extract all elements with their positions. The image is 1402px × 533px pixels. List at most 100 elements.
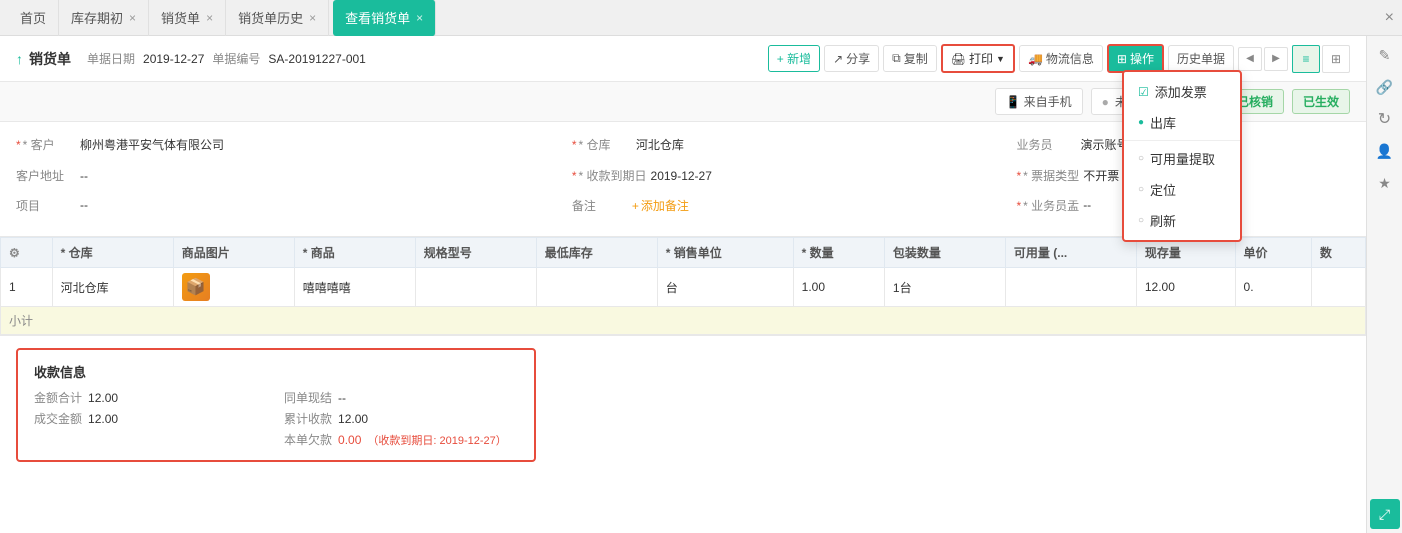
products-table: ⚙ * 仓库 商品图片 * 商品 规格型号 最低库存 * 销售单位 * 数量 包… <box>0 237 1366 335</box>
checkbox-icon: ☑ <box>1138 85 1149 99</box>
customer-field: * 客户 柳州粤港平安气体有限公司 <box>16 134 572 155</box>
add-note-button[interactable]: 添加备注 <box>632 197 689 214</box>
col-warehouse: * 仓库 <box>52 238 173 268</box>
due-date-field: * 收款到期日 2019-12-27 <box>572 167 1017 185</box>
print-button[interactable]: 🖨 打印 ▼ <box>941 44 1015 73</box>
grid-view-button[interactable]: ⊞ <box>1322 45 1350 73</box>
outbound-item[interactable]: ● 出库 <box>1124 107 1240 138</box>
row-quantity: 1.00 <box>793 268 884 307</box>
current-arrears-row: 本单欠款 0.00 （收款到期日: 2019-12-27） <box>284 431 518 448</box>
address-field: 客户地址 -- <box>16 167 572 185</box>
col-available: 可用量 (... <box>1005 238 1136 268</box>
next-button[interactable]: ▶ <box>1264 47 1288 71</box>
edit-icon[interactable]: ✎ <box>1370 40 1400 70</box>
same-order-settlement-row: 同单现结 -- <box>284 389 518 406</box>
tab-view-sales[interactable]: 查看销货单 × <box>333 0 436 36</box>
dropdown-divider <box>1124 140 1240 141</box>
effective-badge: 已生效 <box>1292 89 1350 114</box>
window-close-button[interactable]: × <box>1385 9 1394 27</box>
row-unit-price: 0. <box>1235 268 1311 307</box>
payment-info-section: 收款信息 金额合计 12.00 同单现结 -- 成交金额 12.00 <box>16 348 536 462</box>
project-value: -- <box>76 196 92 214</box>
same-order-settlement-label: 同单现结 <box>284 389 332 406</box>
row-image: 📦 <box>173 268 294 307</box>
row-num: 1 <box>1 268 53 307</box>
table-container: ⚙ * 仓库 商品图片 * 商品 规格型号 最低库存 * 销售单位 * 数量 包… <box>0 237 1366 336</box>
add-invoice-item[interactable]: ☑ 添加发票 <box>1124 76 1240 107</box>
refresh-sidebar-icon[interactable]: ↻ <box>1370 104 1400 134</box>
star-icon[interactable]: ★ <box>1370 168 1400 198</box>
customer-label: * 客户 <box>16 136 76 153</box>
col-settings: ⚙ <box>1 238 53 268</box>
warehouse-value: 河北仓库 <box>632 134 688 155</box>
history-button[interactable]: 历史单据 <box>1168 45 1234 72</box>
amount-total-value: 12.00 <box>88 391 118 405</box>
row-pack-qty: 1台 <box>884 268 1005 307</box>
expand-icon[interactable]: ⤢ <box>1370 499 1400 529</box>
cumulative-receipt-label: 累计收款 <box>284 410 332 427</box>
number-value: SA-20191227-001 <box>268 52 365 66</box>
tab-home[interactable]: 首页 <box>8 0 59 36</box>
close-tab-inventory[interactable]: × <box>129 11 136 25</box>
logistics-icon: 🚚 <box>1028 52 1043 66</box>
due-date-value: 2019-12-27 <box>647 167 716 185</box>
address-value: -- <box>76 167 92 185</box>
subtotal-row: 小计 <box>1 307 1366 335</box>
refresh-item[interactable]: ○ 刷新 <box>1124 205 1240 236</box>
print-dropdown-arrow: ▼ <box>996 54 1005 64</box>
close-tab-sales-history[interactable]: × <box>309 11 316 25</box>
copy-button[interactable]: ⧉ 复制 <box>883 45 937 72</box>
user-icon[interactable]: 👤 <box>1370 136 1400 166</box>
payment-info-title: 收款信息 <box>34 362 518 381</box>
project-field: 项目 -- <box>16 196 572 214</box>
doc-type-label: 销货单 <box>29 49 71 69</box>
due-note: （收款到期日: 2019-12-27） <box>367 432 506 448</box>
logistics-button[interactable]: 🚚 物流信息 <box>1019 45 1103 72</box>
payment-info-grid: 金额合计 12.00 同单现结 -- 成交金额 12.00 累计收款 12.00 <box>34 389 518 448</box>
row-min-stock <box>536 268 657 307</box>
nav-arrows: ◀ ▶ <box>1238 47 1288 71</box>
from-phone-button[interactable]: 📱 来自手机 <box>995 88 1083 115</box>
row-extra <box>1311 268 1365 307</box>
note-field: 备注 添加备注 <box>572 197 1017 214</box>
dot-grey-icon-3: ○ <box>1138 215 1144 226</box>
row-stock: 12.00 <box>1136 268 1235 307</box>
amount-total-row: 金额合计 12.00 <box>34 389 268 406</box>
close-tab-view-sales[interactable]: × <box>416 11 423 25</box>
address-label: 客户地址 <box>16 167 76 184</box>
subtotal-label: 小计 <box>1 307 1366 335</box>
prev-button[interactable]: ◀ <box>1238 47 1262 71</box>
customer-value: 柳州粤港平安气体有限公司 <box>76 134 228 155</box>
tab-sales-history[interactable]: 销货单历史 × <box>226 0 329 36</box>
new-button[interactable]: + 新增 <box>768 45 820 72</box>
dot-grey-icon-1: ○ <box>1138 153 1144 164</box>
col-unit-price: 单价 <box>1235 238 1311 268</box>
col-stock: 现存量 <box>1136 238 1235 268</box>
number-label: 单据编号 <box>212 50 260 67</box>
share-button[interactable]: ↗ 分享 <box>824 45 879 72</box>
tab-inventory-init[interactable]: 库存期初 × <box>59 0 149 36</box>
phone-icon: 📱 <box>1006 95 1021 109</box>
current-arrears-value: 0.00 <box>338 433 361 447</box>
col-pack-qty: 包装数量 <box>884 238 1005 268</box>
row-available <box>1005 268 1136 307</box>
toolbar: + 新增 ↗ 分享 ⧉ 复制 🖨 打印 ▼ 🚚 <box>768 44 1350 73</box>
available-qty-item[interactable]: ○ 可用量提取 <box>1124 143 1240 174</box>
ticket-type-value: 不开票 <box>1079 165 1123 186</box>
list-view-button[interactable]: ≡ <box>1292 45 1320 73</box>
print-icon: 🖨 <box>951 52 966 66</box>
date-value: 2019-12-27 <box>143 52 204 66</box>
settings-icon[interactable]: ⚙ <box>9 246 20 260</box>
close-tab-sales-order[interactable]: × <box>206 11 213 25</box>
dropdown-menu: ☑ 添加发票 ● 出库 ○ 可用量提取 ○ 定位 ○ 刷新 <box>1122 70 1242 242</box>
doc-type-icon: ↑ <box>16 51 23 67</box>
warehouse-label: * 仓库 <box>572 136 632 153</box>
operations-button[interactable]: ⊞ 操作 <box>1107 44 1164 73</box>
product-thumbnail: 📦 <box>182 273 210 301</box>
tab-sales-order[interactable]: 销货单 × <box>149 0 226 36</box>
share-icon: ↗ <box>833 52 843 66</box>
col-sales-unit: * 销售单位 <box>657 238 793 268</box>
link-icon[interactable]: 🔗 <box>1370 72 1400 102</box>
project-label: 项目 <box>16 197 76 214</box>
locate-item[interactable]: ○ 定位 <box>1124 174 1240 205</box>
